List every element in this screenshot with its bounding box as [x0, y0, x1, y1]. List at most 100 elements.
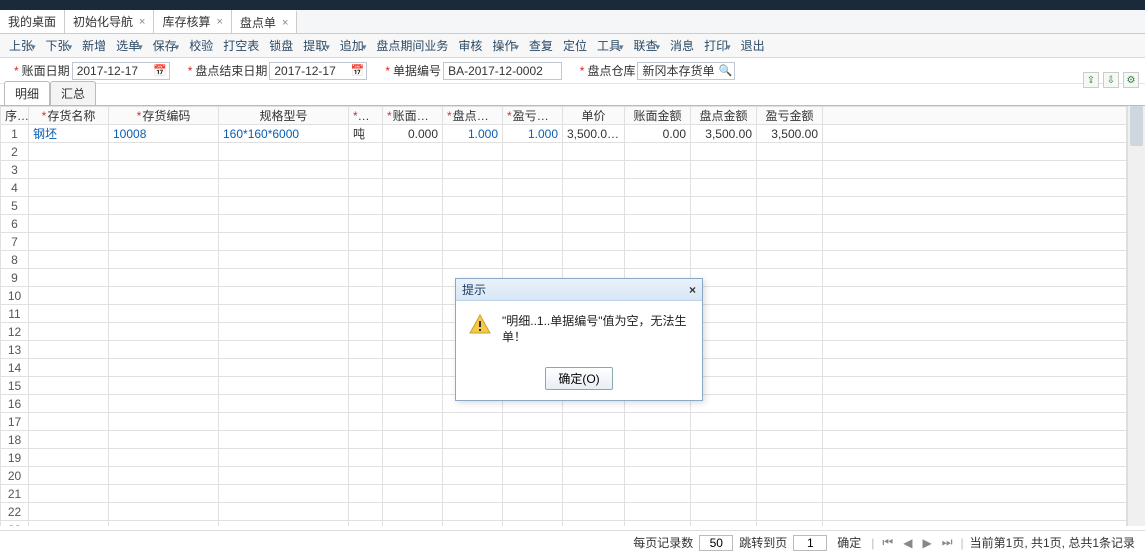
- cell-code[interactable]: 10008: [109, 125, 219, 143]
- dialog-header[interactable]: 提示 ×: [456, 279, 702, 301]
- col-count-qty[interactable]: *盘点数量: [443, 107, 503, 125]
- doc-tab-label: 我的桌面: [8, 13, 56, 30]
- warning-icon: [468, 313, 492, 337]
- col-diff-amt[interactable]: 盈亏金额: [757, 107, 823, 125]
- prev-button[interactable]: 上张▾: [6, 37, 39, 54]
- table-row[interactable]: 4: [1, 179, 1127, 197]
- doc-tab-init[interactable]: 初始化导航 ×: [65, 10, 154, 33]
- cell-seq: 17: [1, 413, 29, 431]
- table-row[interactable]: 18: [1, 431, 1127, 449]
- calendar-icon[interactable]: 📅: [351, 64, 365, 77]
- col-book-qty[interactable]: *账面数量: [383, 107, 443, 125]
- extract-button[interactable]: 提取▾: [300, 37, 333, 54]
- cell-unit[interactable]: 吨: [349, 125, 383, 143]
- operate-button[interactable]: 操作▾: [489, 37, 522, 54]
- col-code[interactable]: *存货编码: [109, 107, 219, 125]
- select-button[interactable]: 选单▾: [113, 37, 146, 54]
- col-name[interactable]: *存货名称: [29, 107, 109, 125]
- col-unit[interactable]: *计量: [349, 107, 383, 125]
- doc-tab-inventory[interactable]: 库存核算 ×: [154, 10, 231, 33]
- check-button[interactable]: 校验: [186, 37, 216, 54]
- settings-icon[interactable]: ⚙: [1123, 72, 1139, 88]
- export-icon[interactable]: ⇪: [1083, 72, 1099, 88]
- cell-seq: 22: [1, 503, 29, 521]
- jump-input[interactable]: [793, 535, 827, 551]
- vertical-scrollbar[interactable]: [1127, 106, 1145, 526]
- col-count-amt[interactable]: 盘点金额: [691, 107, 757, 125]
- print-button[interactable]: 打印▾: [701, 37, 734, 54]
- table-row[interactable]: 5: [1, 197, 1127, 215]
- cell-seq: 18: [1, 431, 29, 449]
- first-page-icon[interactable]: ⏮: [880, 535, 895, 550]
- table-row[interactable]: 6: [1, 215, 1127, 233]
- pager-confirm-button[interactable]: 确定: [833, 534, 865, 551]
- doc-tab-desktop[interactable]: 我的桌面: [0, 10, 65, 33]
- col-diff-qty[interactable]: *盈亏数量: [503, 107, 563, 125]
- warehouse-input[interactable]: 新冈本存货单 🔍: [637, 62, 735, 80]
- cell-diff-qty[interactable]: 1.000: [503, 125, 563, 143]
- cell-book-qty[interactable]: 0.000: [383, 125, 443, 143]
- message-button[interactable]: 消息: [667, 37, 697, 54]
- table-row[interactable]: 8: [1, 251, 1127, 269]
- table-row[interactable]: 22: [1, 503, 1127, 521]
- col-spec[interactable]: 规格型号: [219, 107, 349, 125]
- doc-no-input[interactable]: BA-2017-12-0002: [443, 62, 562, 80]
- book-date-input[interactable]: 2017-12-17 📅: [72, 62, 170, 80]
- end-date-input[interactable]: 2017-12-17 📅: [269, 62, 367, 80]
- link-button[interactable]: 联查▾: [631, 37, 664, 54]
- calendar-icon[interactable]: 📅: [153, 64, 167, 77]
- next-button[interactable]: 下张▾: [43, 37, 76, 54]
- table-row[interactable]: 21: [1, 485, 1127, 503]
- cell-spec[interactable]: 160*160*6000: [219, 125, 349, 143]
- review-button[interactable]: 查复: [526, 37, 556, 54]
- col-book-amt[interactable]: 账面金额: [625, 107, 691, 125]
- table-row[interactable]: 20: [1, 467, 1127, 485]
- close-icon[interactable]: ×: [216, 16, 222, 28]
- table-row[interactable]: 2: [1, 143, 1127, 161]
- exit-button[interactable]: 退出: [738, 37, 768, 54]
- cell-price[interactable]: 3,500.000: [563, 125, 625, 143]
- cell-seq: 11: [1, 305, 29, 323]
- col-seq[interactable]: 序号: [1, 107, 29, 125]
- scrollbar-thumb[interactable]: [1130, 106, 1143, 146]
- sub-tab-summary[interactable]: 汇总: [50, 81, 96, 105]
- tool-button[interactable]: 工具▾: [594, 37, 627, 54]
- import-icon[interactable]: ⇩: [1103, 72, 1119, 88]
- warehouse-field: * 盘点仓库 新冈本存货单 🔍: [580, 62, 736, 80]
- add-button[interactable]: 新增: [79, 37, 109, 54]
- cell-seq: 2: [1, 143, 29, 161]
- doc-tab-count[interactable]: 盘点单 ×: [232, 10, 297, 33]
- cell-book-amt[interactable]: 0.00: [625, 125, 691, 143]
- col-price[interactable]: 单价: [563, 107, 625, 125]
- dialog-ok-button[interactable]: 确定(O): [545, 367, 612, 390]
- pager-info: 当前第1页, 共1页, 总共1条记录: [970, 534, 1135, 551]
- locate-button[interactable]: 定位: [560, 37, 590, 54]
- append-button[interactable]: 追加▾: [337, 37, 370, 54]
- cell-seq: 3: [1, 161, 29, 179]
- cell-count-qty[interactable]: 1.000: [443, 125, 503, 143]
- close-icon[interactable]: ×: [689, 283, 696, 297]
- cell-seq: 15: [1, 377, 29, 395]
- per-page-input[interactable]: [699, 535, 733, 551]
- search-icon[interactable]: 🔍: [719, 64, 733, 77]
- table-row[interactable]: 3: [1, 161, 1127, 179]
- blank-button[interactable]: 打空表: [220, 37, 262, 54]
- lock-button[interactable]: 锁盘: [266, 37, 296, 54]
- cell-name[interactable]: 钢坯: [29, 125, 109, 143]
- audit-button[interactable]: 审核: [455, 37, 485, 54]
- table-row[interactable]: 7: [1, 233, 1127, 251]
- table-row[interactable]: 1钢坯10008160*160*6000吨0.0001.0001.0003,50…: [1, 125, 1127, 143]
- next-page-icon[interactable]: ▶: [920, 536, 933, 550]
- table-row[interactable]: 19: [1, 449, 1127, 467]
- table-row[interactable]: 17: [1, 413, 1127, 431]
- last-page-icon[interactable]: ⏭: [940, 535, 955, 550]
- prev-page-icon[interactable]: ◀: [901, 536, 914, 550]
- period-button[interactable]: 盘点期间业务: [373, 37, 451, 54]
- close-icon[interactable]: ×: [139, 16, 145, 28]
- save-button[interactable]: 保存▾: [150, 37, 183, 54]
- cell-diff-amt[interactable]: 3,500.00: [757, 125, 823, 143]
- sub-tab-detail[interactable]: 明细: [4, 81, 50, 105]
- table-row[interactable]: 23: [1, 521, 1127, 527]
- close-icon[interactable]: ×: [282, 17, 288, 29]
- cell-count-amt[interactable]: 3,500.00: [691, 125, 757, 143]
